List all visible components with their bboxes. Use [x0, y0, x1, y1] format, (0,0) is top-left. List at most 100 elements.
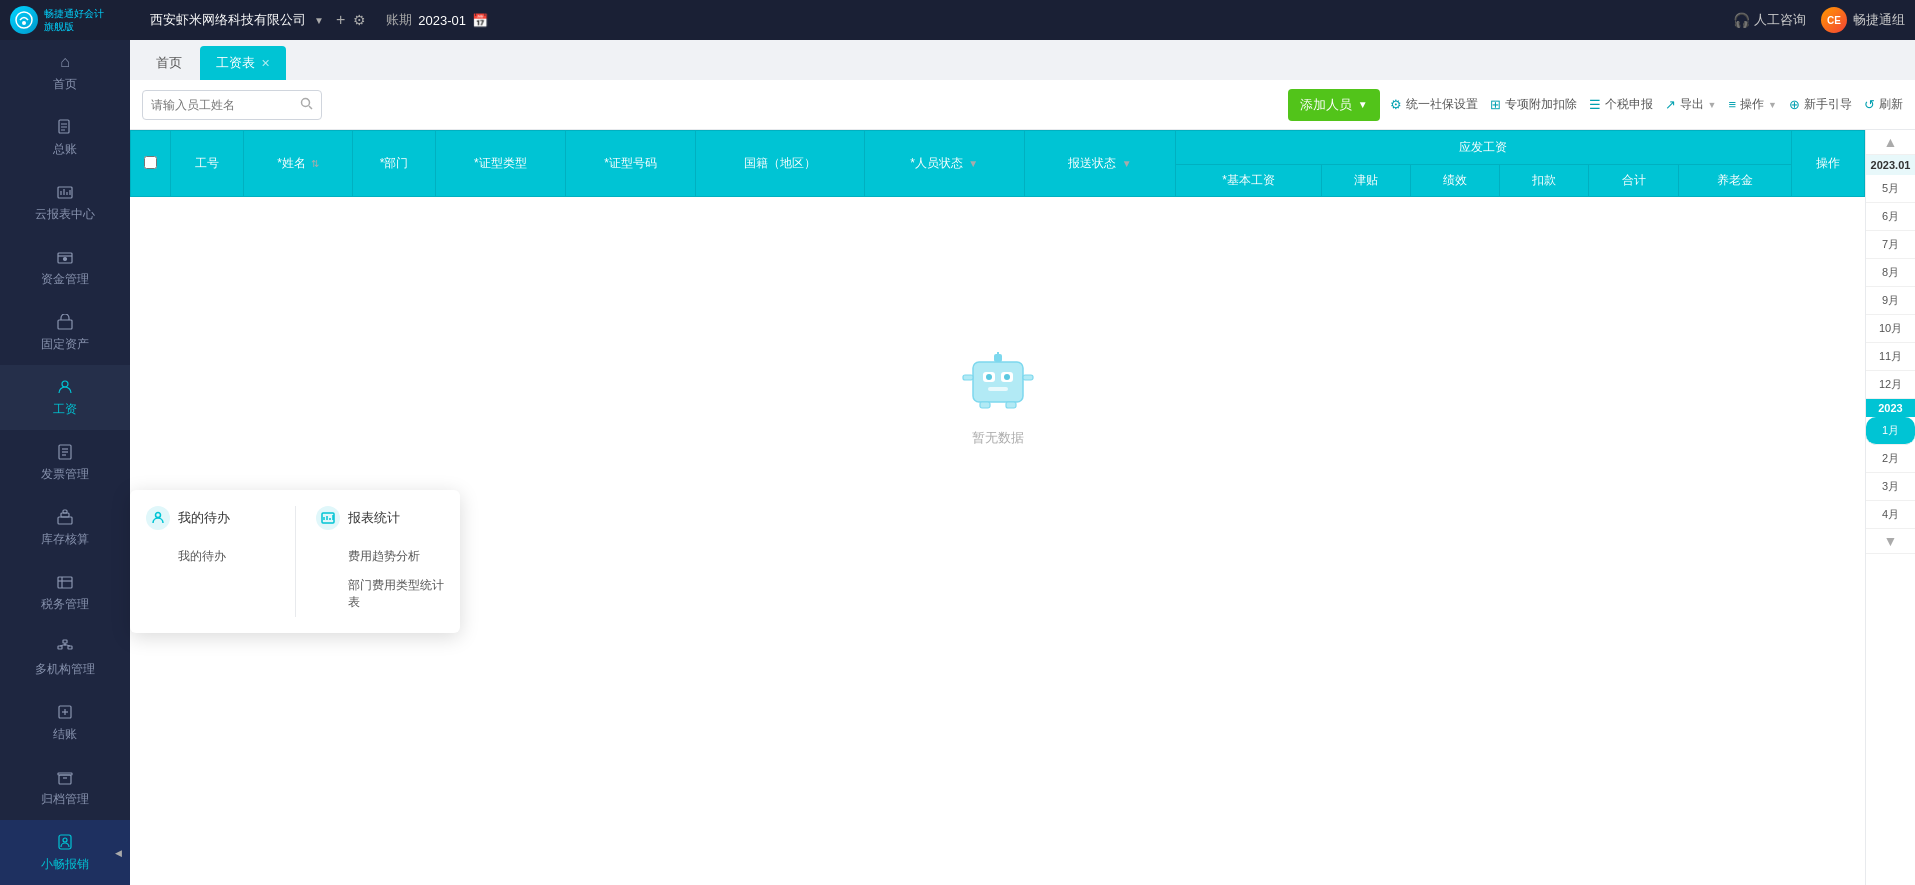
header-pension: 养老金	[1678, 165, 1791, 197]
sidebar-item-archive[interactable]: 归档管理	[0, 755, 130, 820]
operation-dropdown-icon: ▼	[1768, 100, 1777, 110]
select-all-checkbox[interactable]	[144, 156, 157, 169]
tax-report-btn[interactable]: ☰ 个税申报	[1589, 96, 1653, 113]
social-security-btn[interactable]: ⚙ 统一社保设置	[1390, 96, 1478, 113]
search-input[interactable]	[151, 98, 294, 112]
svg-line-30	[60, 645, 65, 647]
assets-icon	[55, 312, 75, 332]
timeline-month-mar-2023[interactable]: 3月	[1866, 473, 1915, 501]
timeline-nav-down[interactable]: ▼	[1866, 529, 1915, 554]
company-dropdown-icon[interactable]: ▼	[314, 15, 324, 26]
settings-btn[interactable]: ⚙	[353, 12, 366, 28]
timeline-month-9[interactable]: 9月	[1866, 287, 1915, 315]
timeline-month-12[interactable]: 12月	[1866, 371, 1915, 399]
header-id-number: *证型号码	[566, 131, 696, 197]
header-dept: *部门	[353, 131, 436, 197]
timeline-month-jan-2023[interactable]: 1月	[1866, 417, 1915, 445]
sidebar-item-xiaochang[interactable]: 小畅报销 ◀	[0, 820, 130, 885]
header-checkbox[interactable]	[131, 131, 171, 197]
header-period: 账期 2023-01 📅	[386, 11, 488, 29]
timeline-month-apr-2023[interactable]: 4月	[1866, 501, 1915, 529]
header-company[interactable]: 西安虾米网络科技有限公司 ▼ + ⚙	[150, 11, 366, 29]
tax-icon	[55, 572, 75, 592]
timeline-nav-up[interactable]: ▲	[1866, 130, 1915, 155]
timeline-month-11[interactable]: 11月	[1866, 343, 1915, 371]
sidebar-item-home[interactable]: ⌂ 首页	[0, 40, 130, 105]
popup-todo-item[interactable]: 我的待办	[146, 542, 275, 571]
sidebar-label-ledger: 总账	[53, 141, 77, 158]
tab-salary-label: 工资表	[216, 54, 255, 72]
timeline-month-10[interactable]: 10月	[1866, 315, 1915, 343]
sidebar-item-fund[interactable]: 资金管理	[0, 235, 130, 300]
popup-col-divider	[295, 506, 296, 617]
header-nationality: 国籍（地区）	[696, 131, 864, 197]
popup-report-icon	[316, 506, 340, 530]
toolbar: 添加人员 ▼ ⚙ 统一社保设置 ⊞ 专项附加扣除 ☰ 个税申报 ↗	[130, 80, 1915, 130]
svg-rect-55	[1006, 402, 1016, 408]
fund-icon	[55, 247, 75, 267]
svg-point-42	[302, 98, 310, 106]
add-person-dropdown-icon: ▼	[1358, 99, 1368, 110]
name-sort-icon[interactable]: ⇅	[311, 158, 319, 169]
tab-home[interactable]: 首页	[140, 46, 198, 80]
sidebar-item-assets[interactable]: 固定资产	[0, 300, 130, 365]
timeline-month-8[interactable]: 8月	[1866, 259, 1915, 287]
avatar: CE	[1821, 7, 1847, 33]
header-report-status[interactable]: 报送状态 ▼	[1024, 131, 1175, 197]
sidebar-item-salary[interactable]: 工资	[0, 365, 130, 430]
sidebar-item-tax[interactable]: 税务管理	[0, 560, 130, 625]
header-name[interactable]: *姓名 ⇅	[244, 131, 353, 197]
sidebar-item-report[interactable]: 云报表中心	[0, 170, 130, 235]
header-id-type: *证型类型	[435, 131, 565, 197]
svg-point-1	[22, 21, 26, 25]
svg-rect-51	[997, 352, 999, 356]
popup-expense-trend-item[interactable]: 费用趋势分析	[316, 542, 445, 571]
special-deduct-btn[interactable]: ⊞ 专项附加扣除	[1490, 96, 1577, 113]
add-person-button[interactable]: 添加人员 ▼	[1288, 89, 1380, 121]
timeline-month-feb-2023[interactable]: 2月	[1866, 445, 1915, 473]
svg-point-47	[986, 374, 992, 380]
sidebar-item-invoice[interactable]: 发票管理	[0, 430, 130, 495]
service-btn[interactable]: 🎧 人工咨询	[1733, 11, 1806, 29]
operation-btn[interactable]: ≡ 操作 ▼	[1728, 96, 1777, 113]
sidebar-label-settlement: 结账	[53, 726, 77, 743]
export-btn[interactable]: ↗ 导出 ▼	[1665, 96, 1717, 113]
svg-rect-28	[68, 646, 72, 649]
timeline-month-5[interactable]: 5月	[1866, 175, 1915, 203]
popup-col-report: 报表统计 费用趋势分析 部门费用类型统计表	[316, 506, 445, 617]
tab-close-icon[interactable]: ✕	[261, 57, 270, 70]
archive-icon	[55, 767, 75, 787]
sidebar-item-multiorg[interactable]: 多机构管理	[0, 625, 130, 690]
guide-action-icon: ⊕	[1789, 97, 1800, 112]
export-dropdown-icon: ▼	[1708, 100, 1717, 110]
add-company-btn[interactable]: +	[336, 11, 345, 29]
user-area[interactable]: CE 畅捷通组	[1821, 7, 1905, 33]
top-header: 畅捷通好会计 旗舰版 西安虾米网络科技有限公司 ▼ + ⚙ 账期 2023-01…	[0, 0, 1915, 40]
header-person-status[interactable]: *人员状态 ▼	[864, 131, 1024, 197]
tab-salary[interactable]: 工资表 ✕	[200, 46, 286, 80]
svg-point-39	[63, 838, 67, 842]
empty-state: 暂无数据	[131, 257, 1865, 527]
person-status-filter-icon[interactable]: ▼	[968, 158, 978, 169]
popup-dept-expense-item[interactable]: 部门费用类型统计表	[316, 571, 445, 617]
refresh-btn[interactable]: ↺ 刷新	[1864, 96, 1903, 113]
report-status-filter-icon[interactable]: ▼	[1122, 158, 1132, 169]
timeline-month-7[interactable]: 7月	[1866, 231, 1915, 259]
sidebar-label-multiorg: 多机构管理	[35, 661, 95, 678]
period-calendar-icon[interactable]: 📅	[472, 13, 488, 28]
header-bonus: 绩效	[1411, 165, 1500, 197]
period-value: 2023-01	[418, 13, 466, 28]
right-timeline: ▲ 2023.01 5月 6月 7月 8月 9月 10月	[1865, 130, 1915, 885]
sidebar-item-settlement[interactable]: 结账	[0, 690, 130, 755]
sidebar-item-ledger[interactable]: 总账	[0, 105, 130, 170]
search-input-wrap[interactable]	[142, 90, 322, 120]
sidebar-item-inventory[interactable]: 库存核算	[0, 495, 130, 560]
sidebar-label-home: 首页	[53, 76, 77, 93]
user-name: 畅捷通组	[1853, 11, 1905, 29]
popup-todo-icon	[146, 506, 170, 530]
sidebar-label-inventory: 库存核算	[41, 531, 89, 548]
timeline-month-6[interactable]: 6月	[1866, 203, 1915, 231]
header-deduct: 扣款	[1500, 165, 1589, 197]
guide-btn[interactable]: ⊕ 新手引导	[1789, 96, 1852, 113]
social-security-icon: ⚙	[1390, 97, 1402, 112]
